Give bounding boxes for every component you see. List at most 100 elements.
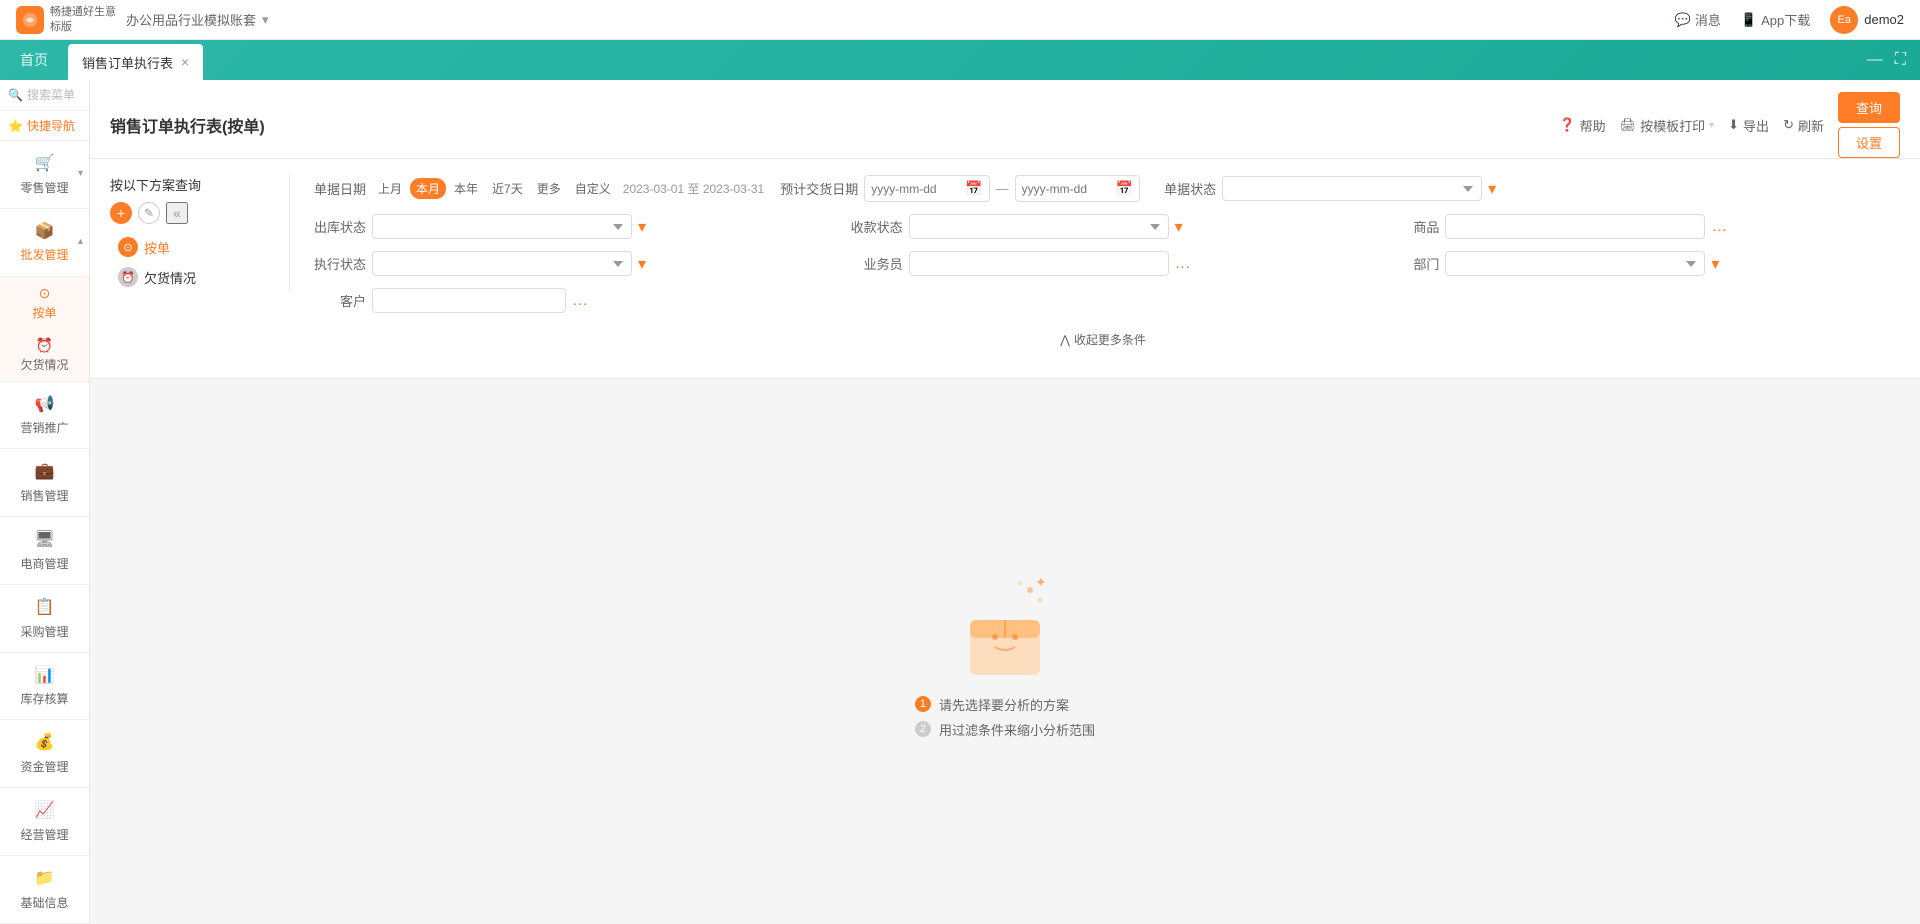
- search-input[interactable]: [27, 88, 87, 102]
- expected-date-from[interactable]: [871, 182, 961, 196]
- page-title: 销售订单执行表(按单): [110, 113, 265, 137]
- filter-group-product: 商品 …: [1379, 214, 1900, 239]
- tab-close-icon[interactable]: ×: [181, 54, 189, 70]
- sidebar-item-retail[interactable]: 🛒 零售管理 ▾: [0, 141, 89, 209]
- tab-home[interactable]: 首页: [0, 40, 68, 80]
- shipment-dropdown-icon[interactable]: ▾: [638, 217, 646, 237]
- tab-sales-order[interactable]: 销售订单执行表 ×: [68, 44, 203, 80]
- print-button[interactable]: 🖨 按模板打印 ▾: [1620, 116, 1715, 135]
- export-icon: ⬇: [1728, 117, 1739, 133]
- collapse-bar[interactable]: ⋀ 收起更多条件: [306, 325, 1900, 350]
- export-label: 导出: [1743, 116, 1769, 135]
- sidebar-item-finance[interactable]: 💰 资金管理: [0, 720, 89, 788]
- avatar: Ea: [1830, 6, 1858, 34]
- salesperson-input[interactable]: [909, 251, 1169, 276]
- product-label: 商品: [1379, 217, 1439, 236]
- shipment-select[interactable]: 未出库 部分出库 全部出库: [372, 214, 632, 239]
- calendar-from-icon[interactable]: 📅: [965, 180, 982, 197]
- payment-label: 收款状态: [843, 217, 903, 236]
- status-expand-icon[interactable]: ▾: [1488, 179, 1496, 199]
- date-label: 单据日期: [306, 179, 366, 198]
- top-bar-left: 畅捷通好生意 标版 办公用品行业模拟账套 ▾: [16, 5, 269, 34]
- tab-minimize-button[interactable]: —: [1863, 47, 1887, 73]
- chevron-down-icon: ▾: [78, 166, 83, 182]
- customer-label: 客户: [306, 291, 366, 310]
- export-button[interactable]: ⬇ 导出: [1728, 116, 1769, 135]
- filter-tab-this-month[interactable]: 本月: [410, 178, 446, 199]
- sidebar-label-wholesale: 批发管理: [20, 246, 68, 265]
- sidebar-label-purchase: 采购管理: [20, 623, 68, 642]
- mobile-icon: 📱: [1741, 12, 1757, 28]
- wholesale-icon: 📦: [35, 219, 55, 245]
- sidebar-item-sales[interactable]: 💼 销售管理: [0, 449, 89, 517]
- status-select[interactable]: 草稿 已审核 已关闭: [1222, 176, 1482, 201]
- dept-dropdown-icon[interactable]: ▾: [1711, 254, 1719, 274]
- customer-input[interactable]: [372, 288, 566, 313]
- filter-tab-custom[interactable]: 自定义: [569, 178, 617, 199]
- salesperson-label: 业务员: [843, 254, 903, 273]
- collapse-plan-button[interactable]: «: [166, 202, 188, 224]
- filter-group-dept: 部门 ▾: [1379, 251, 1900, 276]
- main-layout: 🔍 ⭐ 快捷导航 🛒 零售管理 ▾ 📦 批发管理 ▴ ⊙ 按单 ⏰ 欠货情况: [0, 80, 1920, 924]
- sidebar-item-inventory[interactable]: 📊 库存核算: [0, 653, 89, 721]
- plan-label-debt: 欠货情况: [144, 268, 196, 287]
- product-input[interactable]: [1445, 214, 1705, 239]
- dept-select[interactable]: [1445, 251, 1705, 276]
- filter-tab-last-month[interactable]: 上月: [372, 178, 408, 199]
- hint-num-2: 2: [915, 721, 931, 737]
- sidebar-item-basic[interactable]: 📁 基础信息: [0, 856, 89, 924]
- product-more-icon[interactable]: …: [1711, 219, 1727, 235]
- empty-hint-2: 2 用过滤条件来缩小分析范围: [915, 720, 1095, 739]
- shipment-label: 出库状态: [306, 217, 366, 236]
- expected-date-to[interactable]: [1022, 182, 1112, 196]
- settings-button[interactable]: 设置: [1838, 127, 1900, 158]
- plan-item-debt[interactable]: ⏰ 欠货情况: [110, 262, 273, 292]
- date-to-wrap: 📅: [1015, 175, 1140, 202]
- ecommerce-icon: 🖥: [34, 527, 54, 553]
- customer-more-icon[interactable]: …: [572, 293, 588, 309]
- filter-tab-last7[interactable]: 近7天: [486, 178, 529, 199]
- sidebar-item-wholesale[interactable]: 📦 批发管理 ▴: [0, 209, 89, 277]
- payment-dropdown-icon[interactable]: ▾: [1175, 217, 1183, 237]
- sidebar-item-marketing[interactable]: 📢 营销推广: [0, 382, 89, 450]
- sidebar-label-operation: 经营管理: [20, 826, 68, 845]
- plan-label-order: 按单: [144, 238, 170, 257]
- tab-bar-right: — ⛶: [1863, 47, 1920, 73]
- quick-nav-item[interactable]: ⭐ 快捷导航: [0, 111, 89, 141]
- message-button[interactable]: 💬 消息: [1675, 10, 1721, 29]
- add-plan-button[interactable]: +: [110, 202, 132, 224]
- edit-plan-button[interactable]: ✎: [138, 202, 160, 224]
- top-bar: 畅捷通好生意 标版 办公用品行业模拟账套 ▾ 💬 消息 📱 App下载 Ea d…: [0, 0, 1920, 40]
- filter-tab-more[interactable]: 更多: [531, 178, 567, 199]
- sidebar-item-operation[interactable]: 📈 经营管理: [0, 788, 89, 856]
- filter-group-shipment: 出库状态 未出库 部分出库 全部出库 ▾: [306, 214, 827, 239]
- filter-group-customer: 客户 …: [306, 288, 588, 313]
- plan-item-order[interactable]: ⊙ 按单: [110, 232, 273, 262]
- sidebar-search[interactable]: 🔍: [0, 80, 89, 111]
- calendar-to-icon[interactable]: 📅: [1116, 180, 1133, 197]
- breadcrumb-dropdown-icon[interactable]: ▾: [262, 12, 269, 28]
- exec-dropdown-icon[interactable]: ▾: [638, 254, 646, 274]
- plan-icon-order: ⊙: [118, 237, 138, 257]
- retail-icon: 🛒: [35, 151, 55, 177]
- refresh-button[interactable]: ↻ 刷新: [1783, 116, 1824, 135]
- filter-panel-top: 按以下方案查询 + ✎ « ⊙ 按单 ⏰ 欠货情况: [110, 175, 1900, 350]
- help-button[interactable]: ❓ 帮助: [1559, 116, 1605, 135]
- salesperson-more-icon[interactable]: …: [1175, 256, 1191, 272]
- tab-maximize-button[interactable]: ⛶: [1891, 47, 1910, 73]
- payment-select[interactable]: 未收款 部分收款 全部收款: [909, 214, 1169, 239]
- sidebar-item-purchase[interactable]: 📋 采购管理: [0, 585, 89, 653]
- filter-date-range: 2023-03-01 至 2023-03-31: [623, 180, 764, 197]
- user-name: demo2: [1864, 12, 1904, 27]
- filter-group-salesperson: 业务员 …: [843, 251, 1364, 276]
- sidebar-item-ecommerce[interactable]: 🖥 电商管理: [0, 517, 89, 585]
- sidebar-sub-item-order[interactable]: ⊙ 按单: [0, 277, 89, 329]
- query-button[interactable]: 查询: [1838, 92, 1900, 123]
- user-info[interactable]: Ea demo2: [1830, 6, 1904, 34]
- filter-tab-this-year[interactable]: 本年: [448, 178, 484, 199]
- sidebar-sub-item-debt[interactable]: ⏰ 欠货情况: [0, 329, 89, 381]
- app-download-button[interactable]: 📱 App下载: [1741, 10, 1810, 29]
- sidebar: 🔍 ⭐ 快捷导航 🛒 零售管理 ▾ 📦 批发管理 ▴ ⊙ 按单 ⏰ 欠货情况: [0, 80, 90, 924]
- exec-select[interactable]: 未执行 部分执行 全部执行: [372, 251, 632, 276]
- empty-hints: 1 请先选择要分析的方案 2 用过滤条件来缩小分析范围: [915, 695, 1095, 739]
